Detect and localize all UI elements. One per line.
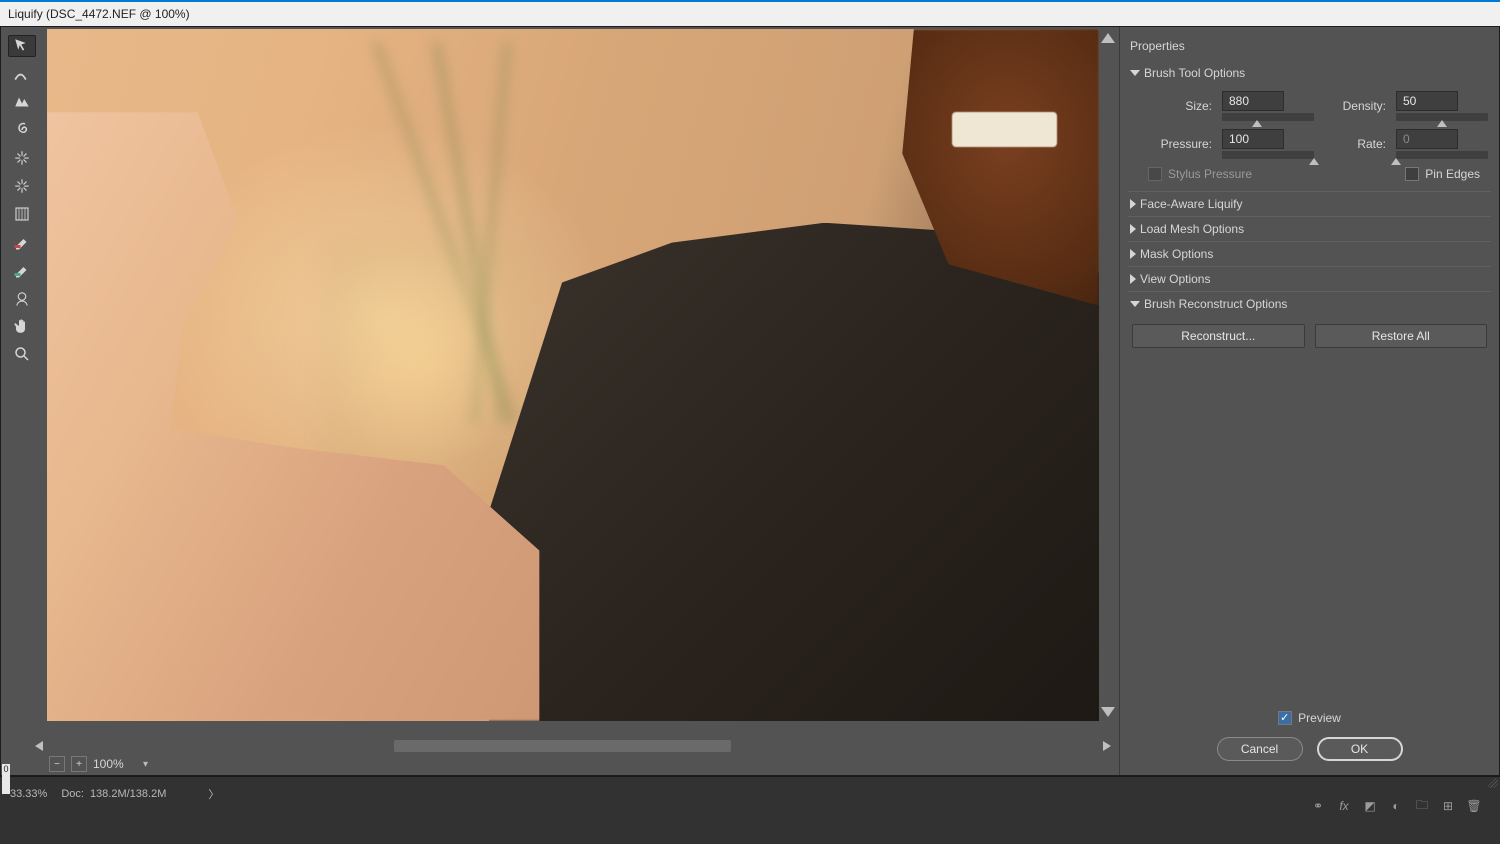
zoom-value[interactable]: 100% xyxy=(93,757,137,771)
zoom-dropdown-icon[interactable]: ▾ xyxy=(143,759,148,770)
app-status-bar: 33.33% Doc: 138.2M/138.2M 〉 xyxy=(0,776,1500,810)
group-icon[interactable]: 🗀 xyxy=(1414,798,1430,814)
load-mesh-header[interactable]: Load Mesh Options xyxy=(1128,216,1491,241)
zoom-tool[interactable] xyxy=(8,343,36,365)
cancel-button[interactable]: Cancel xyxy=(1217,737,1303,761)
rate-input xyxy=(1396,129,1458,149)
image-content-shirt xyxy=(489,223,1099,721)
disclosure-closed-icon xyxy=(1130,274,1136,284)
brush-tool-options-body: Size: Density: Pressure: Rate: xyxy=(1128,85,1491,191)
reconstruct-tool[interactable] xyxy=(8,63,36,85)
dialog-buttons: Cancel OK xyxy=(1128,733,1491,767)
bloat-tool[interactable] xyxy=(8,175,36,197)
brush-reconstruct-body: Reconstruct... Restore All xyxy=(1128,316,1491,354)
load-mesh-label: Load Mesh Options xyxy=(1140,222,1244,236)
preview-checkbox[interactable] xyxy=(1278,711,1292,725)
disclosure-open-icon xyxy=(1130,301,1140,307)
brush-tool-options-header[interactable]: Brush Tool Options xyxy=(1128,61,1491,85)
restore-all-button[interactable]: Restore All xyxy=(1315,324,1488,348)
image-preview[interactable] xyxy=(47,29,1099,721)
canvas-viewport[interactable] xyxy=(47,29,1099,737)
zoom-bar: − + 100% ▾ xyxy=(43,753,1119,775)
stylus-pressure-checkbox xyxy=(1148,167,1162,181)
liquify-toolbar xyxy=(1,27,43,775)
size-label: Size: xyxy=(1140,99,1212,113)
hand-tool[interactable] xyxy=(8,315,36,337)
ok-button[interactable]: OK xyxy=(1317,737,1403,761)
dialog-title: Liquify (DSC_4472.NEF @ 100%) xyxy=(8,7,190,21)
status-doc-label: Doc: xyxy=(61,788,84,800)
hscroll-left-icon[interactable] xyxy=(35,741,43,751)
canvas-area: − + 100% ▾ xyxy=(43,27,1119,775)
preview-label: Preview xyxy=(1298,711,1341,725)
disclosure-closed-icon xyxy=(1130,224,1136,234)
preview-row[interactable]: Preview xyxy=(1128,703,1491,733)
ruler-stub: 0 xyxy=(2,764,10,794)
stylus-pressure-row: Stylus Pressure xyxy=(1140,167,1306,181)
zoom-in-button[interactable]: + xyxy=(71,756,87,772)
mask-options-header[interactable]: Mask Options xyxy=(1128,241,1491,266)
smooth-tool[interactable] xyxy=(8,91,36,113)
properties-title: Properties xyxy=(1128,35,1491,61)
image-content-teeth xyxy=(952,112,1057,147)
thaw-mask-tool[interactable] xyxy=(8,259,36,281)
pin-edges-label: Pin Edges xyxy=(1425,167,1480,181)
zoom-out-button[interactable]: − xyxy=(49,756,65,772)
vscroll-down-icon[interactable] xyxy=(1101,707,1115,721)
face-tool[interactable] xyxy=(8,287,36,309)
face-aware-label: Face-Aware Liquify xyxy=(1140,197,1243,211)
pin-edges-row[interactable]: Pin Edges xyxy=(1316,167,1480,181)
pucker-tool[interactable] xyxy=(8,147,36,169)
layer-panel-icon-row: ⚭ fx ◩ ◐ 🗀 ⊞ 🗑 xyxy=(1310,798,1482,814)
brush-tool-options-label: Brush Tool Options xyxy=(1144,66,1245,80)
push-left-tool[interactable] xyxy=(8,203,36,225)
view-options-label: View Options xyxy=(1140,272,1210,286)
disclosure-closed-icon xyxy=(1130,249,1136,259)
brush-reconstruct-header[interactable]: Brush Reconstruct Options xyxy=(1128,291,1491,316)
view-options-header[interactable]: View Options xyxy=(1128,266,1491,291)
face-aware-header[interactable]: Face-Aware Liquify xyxy=(1128,191,1491,216)
size-input[interactable] xyxy=(1222,91,1284,111)
resize-grip-icon[interactable] xyxy=(1488,778,1498,788)
liquify-dialog-body: − + 100% ▾ Properties Brush Tool Options… xyxy=(0,26,1500,776)
pressure-label: Pressure: xyxy=(1140,137,1212,151)
trash-icon[interactable]: 🗑 xyxy=(1466,798,1482,814)
hscroll-thumb[interactable] xyxy=(394,740,731,752)
twirl-tool[interactable] xyxy=(8,119,36,141)
status-doc-value: 138.2M/138.2M xyxy=(90,788,166,800)
properties-panel: Properties Brush Tool Options Size: Dens… xyxy=(1119,27,1499,775)
density-label: Density: xyxy=(1316,99,1386,113)
rate-label: Rate: xyxy=(1316,137,1386,151)
status-flyout-icon[interactable]: 〉 xyxy=(208,786,219,802)
image-content-jar xyxy=(321,237,521,477)
brush-reconstruct-label: Brush Reconstruct Options xyxy=(1144,297,1287,311)
horizontal-scrollbar[interactable] xyxy=(47,739,1099,753)
pressure-input[interactable] xyxy=(1222,129,1284,149)
vscroll-up-icon[interactable] xyxy=(1101,29,1115,43)
status-zoom[interactable]: 33.33% xyxy=(10,788,47,800)
pin-edges-checkbox[interactable] xyxy=(1405,167,1419,181)
adjustment-icon[interactable]: ◐ xyxy=(1388,798,1404,814)
hscroll-right-icon[interactable] xyxy=(1103,741,1111,751)
disclosure-open-icon xyxy=(1130,70,1140,76)
rate-slider xyxy=(1396,151,1488,159)
density-input[interactable] xyxy=(1396,91,1458,111)
dialog-title-bar: Liquify (DSC_4472.NEF @ 100%) xyxy=(0,0,1500,26)
mask-icon[interactable]: ◩ xyxy=(1362,798,1378,814)
new-icon[interactable]: ⊞ xyxy=(1440,798,1456,814)
fx-icon[interactable]: fx xyxy=(1336,798,1352,814)
mask-options-label: Mask Options xyxy=(1140,247,1213,261)
stylus-pressure-label: Stylus Pressure xyxy=(1168,167,1252,181)
disclosure-closed-icon xyxy=(1130,199,1136,209)
forward-warp-tool[interactable] xyxy=(8,35,36,57)
size-slider[interactable] xyxy=(1222,113,1314,121)
freeze-mask-tool[interactable] xyxy=(8,231,36,253)
link-icon[interactable]: ⚭ xyxy=(1310,798,1326,814)
reconstruct-button[interactable]: Reconstruct... xyxy=(1132,324,1305,348)
density-slider[interactable] xyxy=(1396,113,1488,121)
pressure-slider[interactable] xyxy=(1222,151,1314,159)
